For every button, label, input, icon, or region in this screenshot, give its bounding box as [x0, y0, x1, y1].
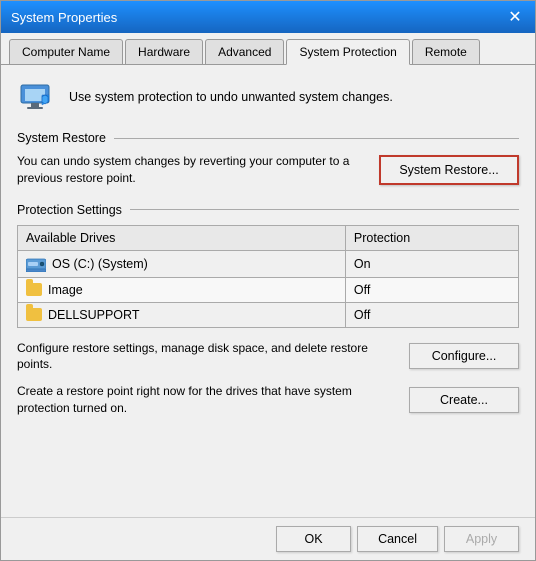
tab-advanced[interactable]: Advanced [205, 39, 284, 64]
create-button[interactable]: Create... [409, 387, 519, 413]
tab-hardware[interactable]: Hardware [125, 39, 203, 64]
drive-cell-dellsupport: DELLSUPPORT [18, 302, 346, 327]
tab-system-protection[interactable]: System Protection [286, 39, 409, 65]
drives-table: Available Drives Protection [17, 225, 519, 328]
folder-icon [26, 283, 42, 296]
tab-computer-name[interactable]: Computer Name [9, 39, 123, 64]
drives-header-protection: Protection [345, 225, 518, 250]
table-row[interactable]: DELLSUPPORT Off [18, 302, 519, 327]
main-content: Use system protection to undo unwanted s… [1, 65, 535, 517]
folder-icon [26, 308, 42, 321]
system-restore-area: You can undo system changes by reverting… [17, 153, 519, 187]
create-row: Create a restore point right now for the… [17, 383, 519, 417]
shield-icon [17, 77, 57, 117]
system-properties-window: System Properties ✕ Computer Name Hardwa… [0, 0, 536, 561]
info-text: Use system protection to undo unwanted s… [69, 90, 393, 104]
window-title: System Properties [11, 10, 117, 25]
tabs-bar: Computer Name Hardware Advanced System P… [1, 33, 535, 65]
table-row[interactable]: OS (C:) (System) On [18, 250, 519, 277]
system-restore-description: You can undo system changes by reverting… [17, 153, 367, 187]
apply-button[interactable]: Apply [444, 526, 519, 552]
title-bar: System Properties ✕ [1, 1, 535, 33]
tab-remote[interactable]: Remote [412, 39, 480, 64]
system-restore-button[interactable]: System Restore... [379, 155, 519, 185]
footer: OK Cancel Apply [1, 517, 535, 560]
info-row: Use system protection to undo unwanted s… [17, 77, 519, 117]
drive-cell-os: OS (C:) (System) [18, 250, 346, 277]
close-button[interactable]: ✕ [505, 7, 525, 27]
protection-cell-dellsupport: Off [345, 302, 518, 327]
create-text: Create a restore point right now for the… [17, 383, 397, 417]
protection-cell-image: Off [345, 277, 518, 302]
configure-button[interactable]: Configure... [409, 343, 519, 369]
system-restore-header: System Restore [17, 131, 519, 145]
hdd-icon [26, 256, 46, 272]
configure-text: Configure restore settings, manage disk … [17, 340, 397, 374]
protection-section-divider [130, 209, 519, 210]
table-row[interactable]: Image Off [18, 277, 519, 302]
drives-header-available: Available Drives [18, 225, 346, 250]
ok-button[interactable]: OK [276, 526, 351, 552]
protection-settings-title: Protection Settings [17, 203, 122, 217]
drive-cell-image: Image [18, 277, 346, 302]
protection-settings-section: Protection Settings Available Drives Pro… [17, 203, 519, 427]
section-divider [114, 138, 519, 139]
cancel-button[interactable]: Cancel [357, 526, 438, 552]
system-restore-title: System Restore [17, 131, 106, 145]
configure-row: Configure restore settings, manage disk … [17, 340, 519, 374]
protection-cell-os: On [345, 250, 518, 277]
protection-settings-header: Protection Settings [17, 203, 519, 217]
